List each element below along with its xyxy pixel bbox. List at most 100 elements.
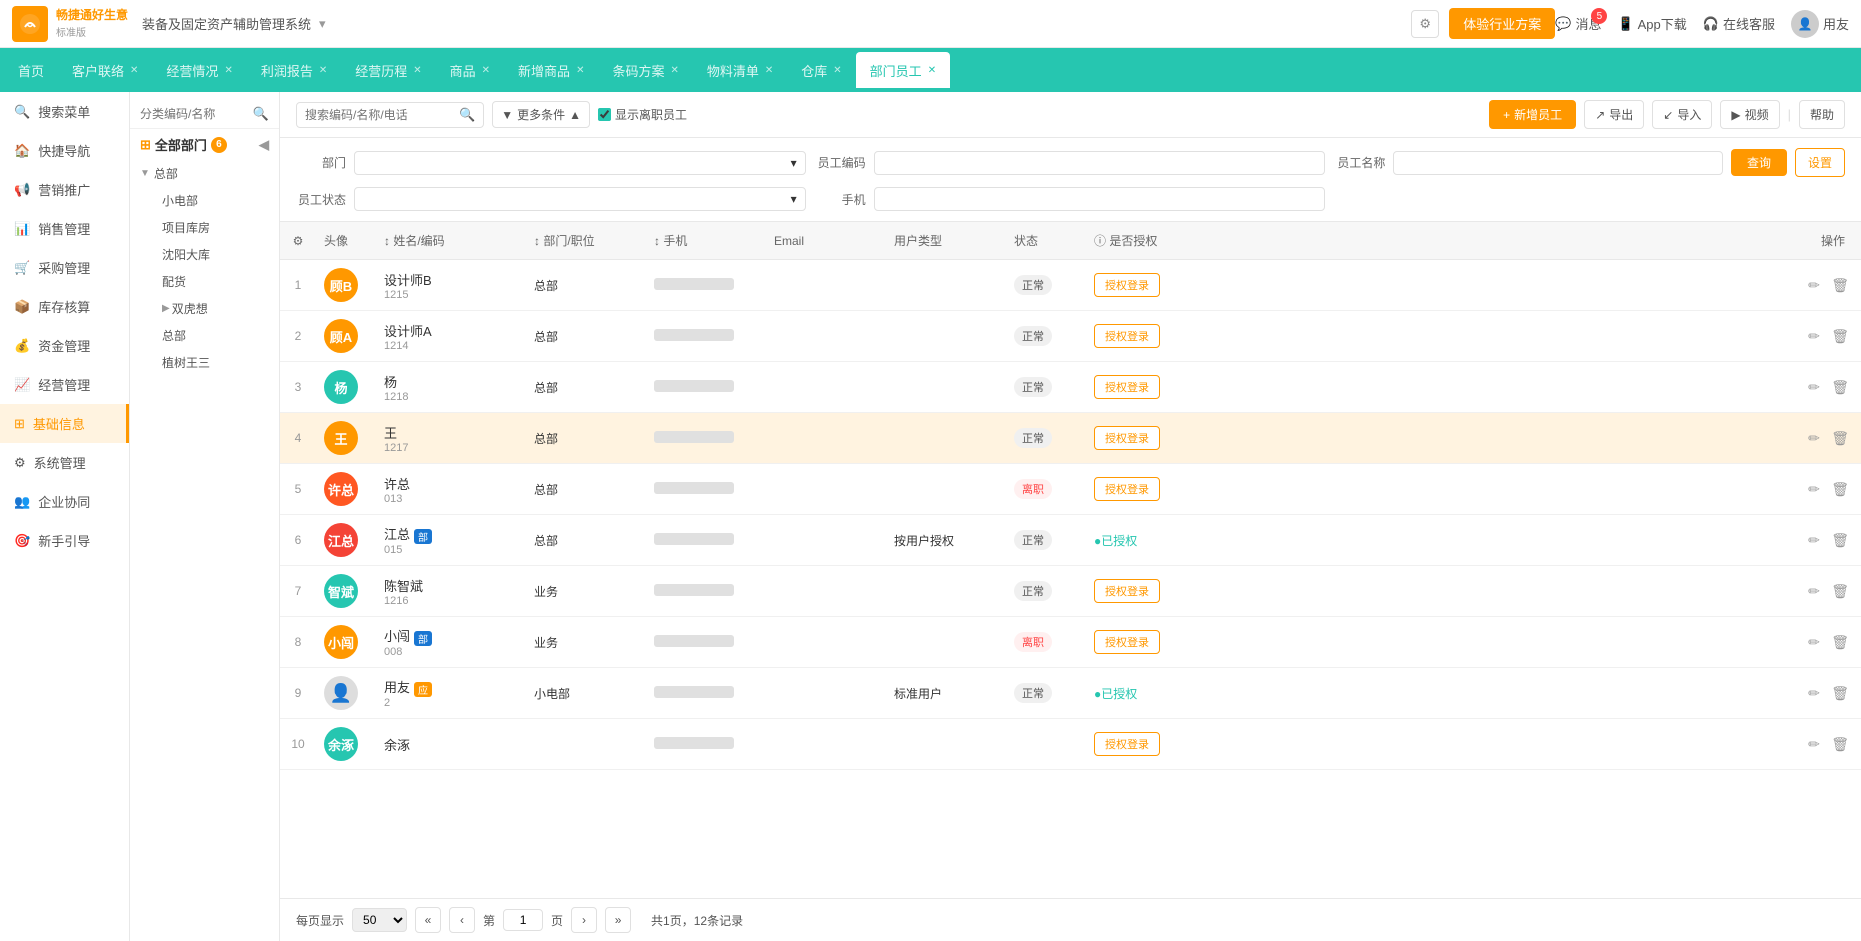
help-button[interactable]: 帮助 — [1799, 100, 1845, 129]
tab-close-goods[interactable]: ✕ — [482, 65, 490, 76]
empname-filter-input[interactable] — [1393, 151, 1723, 175]
dept-node-peihuo[interactable]: 配货 — [142, 268, 279, 295]
dept-node-xiaodie[interactable]: 小电部 — [142, 187, 279, 214]
dept-node-zhishu[interactable]: 植树王三 — [142, 349, 279, 376]
tab-operations[interactable]: 经营情况 ✕ — [152, 52, 246, 88]
show-resigned-checkbox[interactable]: 显示离职员工 — [598, 106, 687, 123]
message-button[interactable]: 💬 消息 5 — [1555, 14, 1601, 33]
edit-button[interactable]: ✏ — [1804, 275, 1824, 296]
tab-profit[interactable]: 利润报告 ✕ — [247, 52, 341, 88]
auth-login-button[interactable]: 授权登录 — [1094, 273, 1160, 297]
online-service-button[interactable]: 🎧 在线客服 — [1703, 14, 1775, 33]
tab-close-bom[interactable]: ✕ — [765, 65, 773, 76]
dept-node-shenyang[interactable]: 沈阳大库 — [142, 241, 279, 268]
auth-login-button[interactable]: 授权登录 — [1094, 630, 1160, 654]
tab-warehouse[interactable]: 仓库 ✕ — [787, 52, 855, 88]
empcode-filter-input[interactable] — [874, 151, 1326, 175]
dept-node-shuanghu[interactable]: ▶双虎想 — [142, 295, 279, 322]
tab-department[interactable]: 部门员工 ✕ — [856, 52, 950, 88]
tab-close-profit[interactable]: ✕ — [319, 65, 327, 76]
trial-button[interactable]: 体验行业方案 — [1449, 8, 1555, 39]
auth-login-button[interactable]: 授权登录 — [1094, 426, 1160, 450]
page-size-select[interactable]: 50 20 100 — [352, 908, 407, 932]
tab-goods[interactable]: 商品 ✕ — [436, 52, 504, 88]
show-resigned-input[interactable] — [598, 108, 611, 121]
tab-close-department[interactable]: ✕ — [928, 65, 936, 76]
phone-filter-input[interactable] — [874, 187, 1326, 211]
col-dept[interactable]: ↕ 部门/职位 — [526, 222, 646, 260]
tab-close-operations[interactable]: ✕ — [224, 65, 232, 76]
dept-node-zongbu[interactable]: 总部 — [142, 322, 279, 349]
delete-button[interactable]: 🗑 — [1827, 581, 1853, 602]
delete-button[interactable]: 🗑 — [1827, 479, 1853, 500]
edit-button[interactable]: ✏ — [1804, 581, 1824, 602]
delete-button[interactable]: 🗑 — [1827, 428, 1853, 449]
sidebar-item-sales[interactable]: 📊 销售管理 — [0, 209, 129, 248]
tab-close-customer[interactable]: ✕ — [130, 65, 138, 76]
page-input[interactable] — [503, 909, 543, 931]
sidebar-item-quicknav[interactable]: 🏠 快捷导航 — [0, 131, 129, 170]
more-filters-button[interactable]: ▼ 更多条件 ▲ — [492, 101, 590, 128]
tab-add-goods[interactable]: 新增商品 ✕ — [504, 52, 598, 88]
edit-button[interactable]: ✏ — [1804, 734, 1824, 755]
page-nav-first[interactable]: « — [415, 907, 441, 933]
add-employee-button[interactable]: + 新增员工 — [1489, 100, 1576, 129]
tab-barcode[interactable]: 条码方案 ✕ — [598, 52, 692, 88]
tab-close-add-goods[interactable]: ✕ — [576, 65, 584, 76]
query-button[interactable]: 查询 — [1731, 149, 1787, 176]
sidebar-item-corp[interactable]: 👥 企业协同 — [0, 482, 129, 521]
dept-collapse-btn[interactable]: ◀ — [259, 137, 269, 153]
edit-button[interactable]: ✏ — [1804, 683, 1824, 704]
sidebar-item-system[interactable]: ⚙ 系统管理 — [0, 443, 129, 482]
tab-customer[interactable]: 客户联络 ✕ — [58, 52, 152, 88]
sidebar-item-purchase[interactable]: 🛒 采购管理 — [0, 248, 129, 287]
delete-button[interactable]: 🗑 — [1827, 377, 1853, 398]
auth-login-button[interactable]: 授权登录 — [1094, 477, 1160, 501]
import-button[interactable]: ↙ 导入 — [1652, 100, 1712, 129]
page-nav-prev[interactable]: ‹ — [449, 907, 475, 933]
search-input[interactable] — [305, 108, 455, 122]
sidebar-item-inventory[interactable]: 📦 库存核算 — [0, 287, 129, 326]
search-icon[interactable]: 🔍 — [459, 107, 475, 123]
title-dropdown-icon[interactable]: ▾ — [319, 16, 326, 32]
dept-filter-select[interactable]: ▾ — [354, 151, 806, 175]
user-menu-button[interactable]: 👤 用友 — [1791, 10, 1849, 38]
col-settings[interactable]: ⚙ — [280, 222, 316, 260]
delete-button[interactable]: 🗑 — [1827, 326, 1853, 347]
edit-button[interactable]: ✏ — [1804, 428, 1824, 449]
auth-login-button[interactable]: 授权登录 — [1094, 375, 1160, 399]
export-button[interactable]: ↗ 导出 — [1584, 100, 1644, 129]
settings-button[interactable]: 设置 — [1795, 148, 1845, 177]
sidebar-item-finance[interactable]: 💰 资金管理 — [0, 326, 129, 365]
sidebar-item-operations[interactable]: 📈 经营管理 — [0, 365, 129, 404]
auth-login-button[interactable]: 授权登录 — [1094, 579, 1160, 603]
dept-node-project[interactable]: 项目库房 — [142, 214, 279, 241]
dept-search-input[interactable] — [140, 107, 253, 121]
edit-button[interactable]: ✏ — [1804, 632, 1824, 653]
col-name[interactable]: ↕ 姓名/编码 — [376, 222, 526, 260]
tab-close-warehouse[interactable]: ✕ — [833, 65, 841, 76]
sidebar-item-marketing[interactable]: 📢 营销推广 — [0, 170, 129, 209]
page-nav-next[interactable]: › — [571, 907, 597, 933]
delete-button[interactable]: 🗑 — [1827, 530, 1853, 551]
tab-home[interactable]: 首页 — [4, 52, 58, 88]
app-download-button[interactable]: 📱 App下载 — [1617, 14, 1686, 33]
dept-node-root[interactable]: ▼ 总部 — [130, 160, 279, 187]
delete-button[interactable]: 🗑 — [1827, 734, 1853, 755]
video-button[interactable]: ▶ 视频 — [1720, 100, 1779, 129]
delete-button[interactable]: 🗑 — [1827, 275, 1853, 296]
status-filter-select[interactable]: ▾ — [354, 187, 806, 211]
auth-login-button[interactable]: 授权登录 — [1094, 324, 1160, 348]
tab-close-history[interactable]: ✕ — [413, 65, 421, 76]
page-nav-last[interactable]: » — [605, 907, 631, 933]
edit-button[interactable]: ✏ — [1804, 377, 1824, 398]
sidebar-item-guide[interactable]: 🎯 新手引导 — [0, 521, 129, 560]
sidebar-item-basic[interactable]: ⊞ 基础信息 — [0, 404, 129, 443]
tab-bom[interactable]: 物料清单 ✕ — [693, 52, 787, 88]
dept-search-icon[interactable]: 🔍 — [253, 106, 269, 122]
col-phone[interactable]: ↕ 手机 — [646, 222, 766, 260]
delete-button[interactable]: 🗑 — [1827, 632, 1853, 653]
edit-button[interactable]: ✏ — [1804, 326, 1824, 347]
edit-button[interactable]: ✏ — [1804, 479, 1824, 500]
edit-button[interactable]: ✏ — [1804, 530, 1824, 551]
